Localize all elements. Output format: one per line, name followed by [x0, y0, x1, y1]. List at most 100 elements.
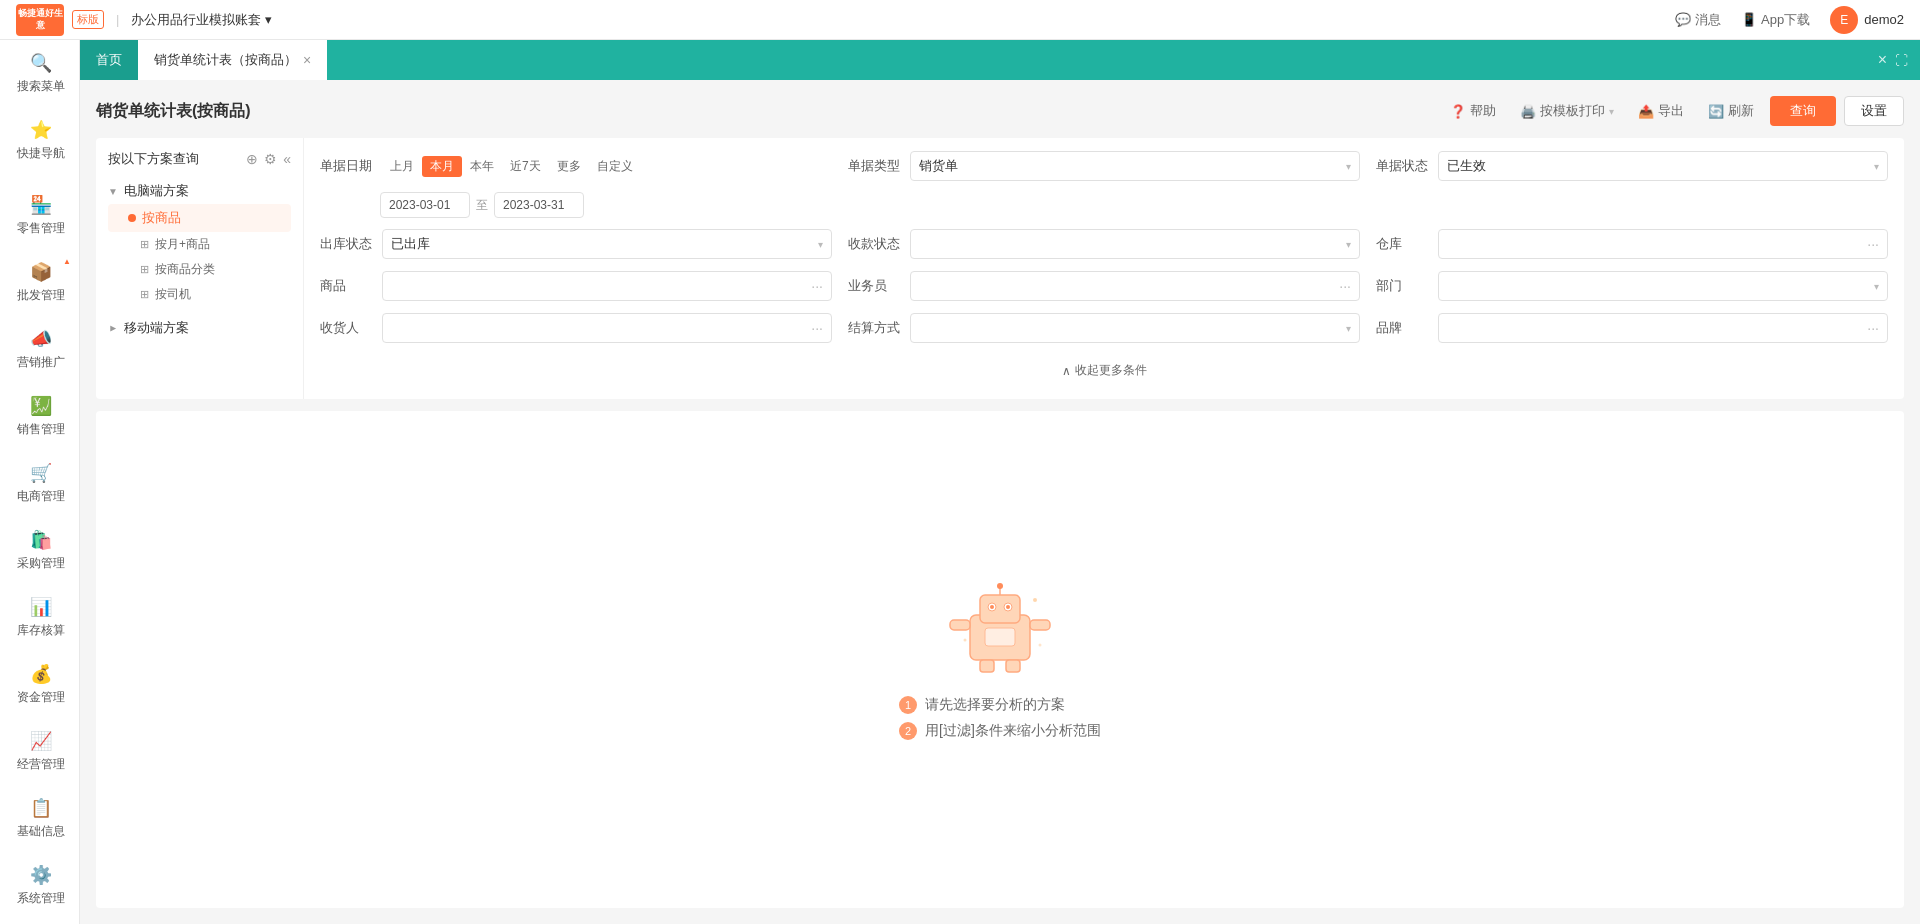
payment-input[interactable]: ▾	[910, 313, 1360, 343]
filter-item-salesperson: 业务员 ···	[848, 270, 1360, 302]
filter-item-doc-type: 单据类型 销货单 ▾	[848, 150, 1360, 182]
scheme-add-btn[interactable]: ⊕	[246, 151, 258, 167]
sidebar-item-marketing[interactable]: 📣 营销推广	[0, 316, 79, 383]
scheme-collapse-btn[interactable]: «	[283, 151, 291, 167]
empty-illustration	[945, 580, 1055, 680]
collapse-bar[interactable]: ∧ 收起更多条件	[320, 354, 1888, 387]
refresh-btn[interactable]: 🔄 刷新	[1700, 98, 1762, 124]
scheme-actions: ⊕ ⚙ «	[246, 151, 291, 167]
tab-home[interactable]: 首页	[80, 40, 138, 80]
sidebar-item-search[interactable]: 🔍 搜索菜单	[0, 40, 79, 107]
sidebar-item-basic[interactable]: 📋 基础信息	[0, 785, 79, 852]
receiver-input[interactable]: ···	[382, 313, 832, 343]
page-main: 销货单统计表(按商品) ❓ 帮助 🖨️ 按模板打印 ▾ 📤	[80, 80, 1920, 924]
out-status-input[interactable]: 已出库 ▾	[382, 229, 832, 259]
sidebar-item-sales[interactable]: 💹 销售管理	[0, 383, 79, 450]
date-pills: 上月 本月 本年 近7天 更多 自定义	[382, 156, 641, 177]
sidebar-label: 销售管理	[17, 421, 65, 438]
mobile-group-label: 移动端方案	[124, 319, 189, 337]
date-start-text: 2023-03-01	[389, 198, 450, 212]
date-end-text: 2023-03-31	[503, 198, 564, 212]
scheme-item-label: 按商品	[142, 209, 181, 227]
message-btn[interactable]: 💬 消息	[1675, 11, 1721, 29]
sidebar-item-operations[interactable]: 📈 经营管理	[0, 718, 79, 785]
filter-item-brand: 品牌 ···	[1376, 312, 1888, 344]
dropdown-chevron: ▾	[265, 12, 272, 27]
tab-stats[interactable]: 销货单统计表（按商品） ×	[138, 40, 327, 80]
pill-more[interactable]: 更多	[549, 156, 589, 177]
scheme-sub-item-goods-cat[interactable]: ⊞ 按商品分类	[108, 257, 291, 282]
doc-status-input[interactable]: 已生效 ▾	[1438, 151, 1888, 181]
active-dot	[128, 214, 136, 222]
brand-input[interactable]: ···	[1438, 313, 1888, 343]
scheme-title: 按以下方案查询	[108, 150, 199, 168]
scheme-sub-item-month-goods[interactable]: ⊞ 按月+商品	[108, 232, 291, 257]
tab-close-all-btn[interactable]: ×	[1878, 51, 1887, 69]
pill-7days[interactable]: 近7天	[502, 156, 549, 177]
sidebar-item-retail[interactable]: 🏪 零售管理	[0, 182, 79, 249]
dept-input[interactable]: ▾	[1438, 271, 1888, 301]
sidebar-item-ecommerce[interactable]: 🛒 电商管理	[0, 450, 79, 517]
template-print-btn[interactable]: 🖨️ 按模板打印 ▾	[1512, 98, 1622, 124]
sidebar-item-system[interactable]: ⚙️ 系统管理	[0, 852, 79, 919]
filter-item-receipt-status: 收款状态 ▾	[848, 228, 1360, 260]
message-label: 消息	[1695, 11, 1721, 29]
tab-close-btn[interactable]: ×	[303, 53, 311, 67]
group-arrow-icon: ▼	[108, 186, 118, 197]
purchase-icon: 🛍️	[30, 529, 52, 551]
tabbar-actions: × ⛶	[1866, 40, 1920, 80]
retail-icon: 🏪	[30, 194, 52, 216]
warehouse-dots[interactable]: ···	[1867, 236, 1879, 252]
receiver-dots[interactable]: ···	[811, 320, 823, 336]
scheme-item-by-goods[interactable]: 按商品	[108, 204, 291, 232]
pill-this-year[interactable]: 本年	[462, 156, 502, 177]
help-btn[interactable]: ❓ 帮助	[1442, 98, 1504, 124]
tab-maximize-btn[interactable]: ⛶	[1895, 53, 1908, 68]
sidebar-item-enterprise[interactable]: 🤝 企业协同	[0, 919, 79, 924]
svg-rect-8	[980, 660, 994, 672]
scheme-group-mobile-header[interactable]: ▼ 移动端方案	[108, 315, 291, 341]
filter-item-out-status: 出库状态 已出库 ▾	[320, 228, 832, 260]
doc-type-input[interactable]: 销货单 ▾	[910, 151, 1360, 181]
doc-type-label: 单据类型	[848, 157, 904, 175]
tabbar: 首页 销货单统计表（按商品） × × ⛶	[80, 40, 1920, 80]
svg-point-4	[990, 605, 994, 609]
goods-input[interactable]: ···	[382, 271, 832, 301]
scheme-group-pc-header[interactable]: ▼ 电脑端方案	[108, 178, 291, 204]
pill-this-month[interactable]: 本月	[422, 156, 462, 177]
system-icon: ⚙️	[30, 864, 52, 886]
sidebar-item-purchase[interactable]: 🛍️ 采购管理	[0, 517, 79, 584]
receipt-status-input[interactable]: ▾	[910, 229, 1360, 259]
app-download-btn[interactable]: 📱 App下载	[1741, 11, 1810, 29]
sidebar-item-wholesale[interactable]: 📦 批发管理 ▲	[0, 249, 79, 316]
topbar-left: 畅捷通好生意 标版 | 办公用品行业模拟账套 ▾	[16, 4, 272, 36]
salesperson-dots[interactable]: ···	[1339, 278, 1351, 294]
wholesale-icon: 📦	[30, 261, 52, 283]
warehouse-input[interactable]: ···	[1438, 229, 1888, 259]
search-icon: 🔍	[30, 52, 52, 74]
right-filters: 单据日期 上月 本月 本年 近7天 更多 自定义	[304, 138, 1904, 399]
brand-dots[interactable]: ···	[1867, 320, 1879, 336]
query-button[interactable]: 查询	[1770, 96, 1836, 126]
page-title: 销货单统计表(按商品)	[96, 101, 251, 122]
message-icon: 💬	[1675, 12, 1691, 27]
pill-custom[interactable]: 自定义	[589, 156, 641, 177]
sidebar-item-shortcut[interactable]: ⭐ 快捷导航	[0, 107, 79, 174]
scheme-edit-btn[interactable]: ⚙	[264, 151, 277, 167]
subtitle-dropdown[interactable]: 办公用品行业模拟账套 ▾	[131, 11, 272, 29]
scheme-group-pc: ▼ 电脑端方案 按商品 ⊞	[108, 178, 291, 307]
sidebar-item-inventory[interactable]: 📊 库存核算	[0, 584, 79, 651]
goods-dots[interactable]: ···	[811, 278, 823, 294]
date-start-field[interactable]: 2023-03-01	[380, 192, 470, 218]
pill-last-month[interactable]: 上月	[382, 156, 422, 177]
date-end-field[interactable]: 2023-03-31	[494, 192, 584, 218]
salesperson-input[interactable]: ···	[910, 271, 1360, 301]
date-separator: 至	[476, 197, 488, 214]
user-menu[interactable]: E demo2	[1830, 6, 1904, 34]
group-label: 电脑端方案	[124, 182, 189, 200]
scheme-sub-item-cashier[interactable]: ⊞ 按司机	[108, 282, 291, 307]
sidebar-label: 营销推广	[17, 354, 65, 371]
sidebar-item-finance[interactable]: 💰 资金管理	[0, 651, 79, 718]
settings-button[interactable]: 设置	[1844, 96, 1904, 126]
export-btn[interactable]: 📤 导出	[1630, 98, 1692, 124]
